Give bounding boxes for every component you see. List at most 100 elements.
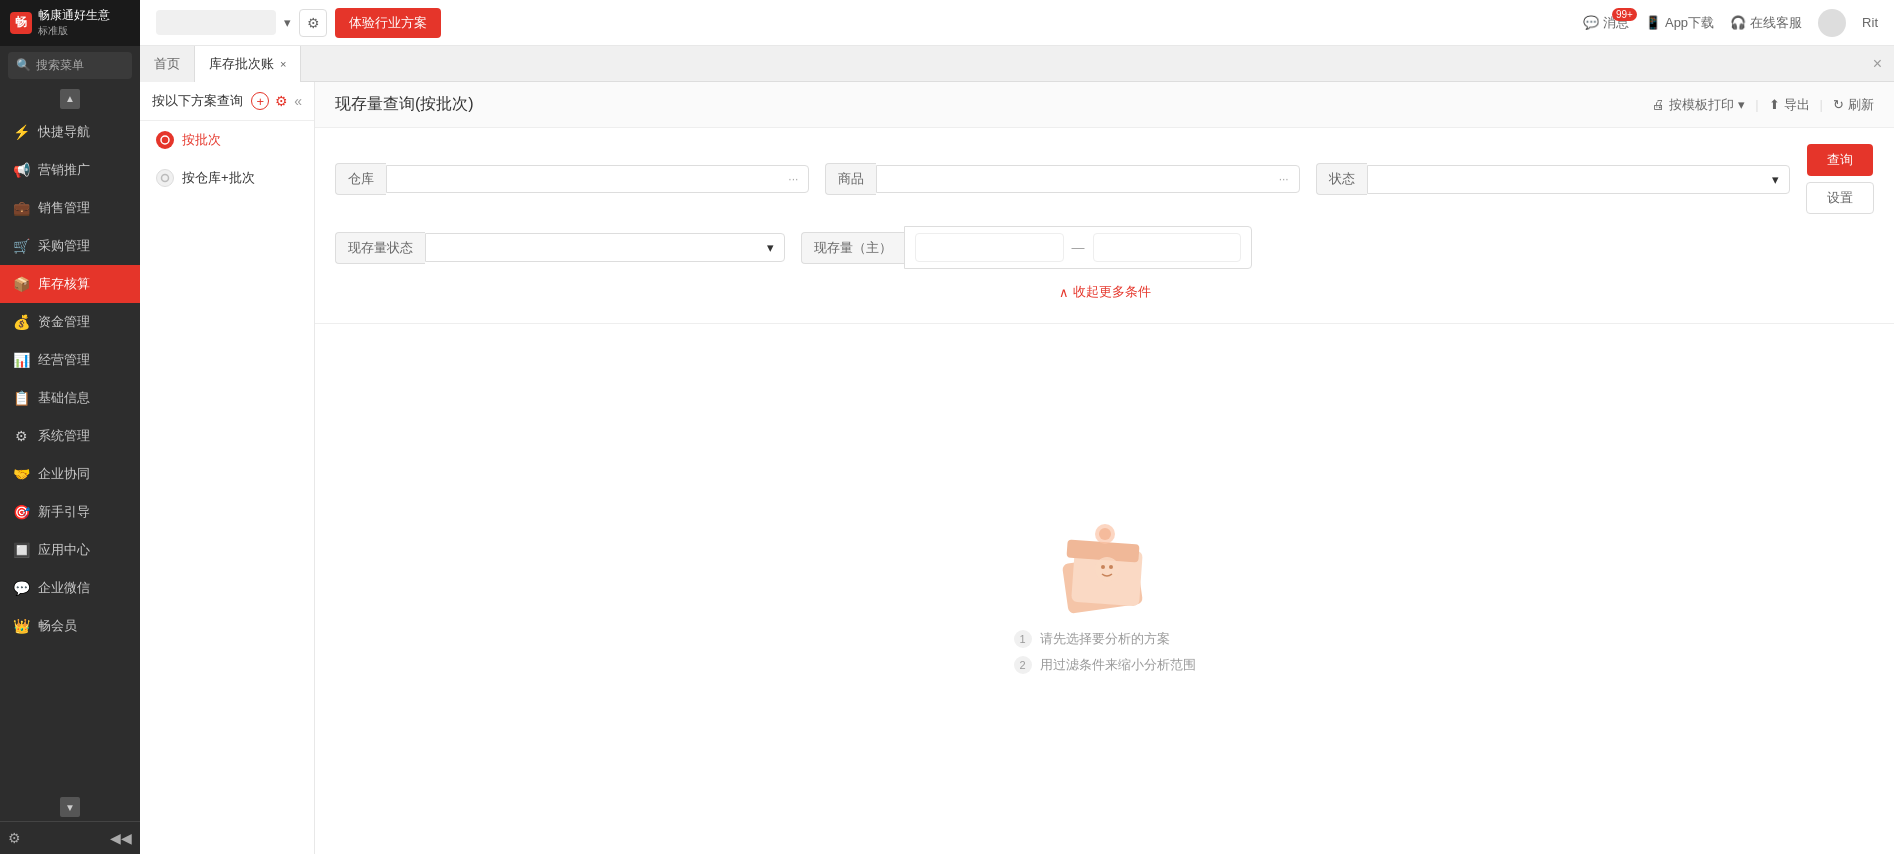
sidebar-search[interactable]: 🔍 搜索菜单 xyxy=(8,52,132,79)
sidebar-item-purchase[interactable]: 🛒 采购管理 xyxy=(0,227,140,265)
inventory-status-select[interactable]: ▾ xyxy=(425,233,785,262)
sidebar-item-newbie[interactable]: 🎯 新手引导 xyxy=(0,493,140,531)
wechat-icon: 💬 xyxy=(12,579,30,597)
left-panel: 按以下方案查询 + ⚙ « 按批次 按仓库+批次 xyxy=(140,82,315,854)
enterprise-icon: 🤝 xyxy=(12,465,30,483)
search-icon: 🔍 xyxy=(16,58,31,72)
service-label: 在线客服 xyxy=(1750,14,1802,32)
solution-by-warehouse-batch-label: 按仓库+批次 xyxy=(182,169,255,187)
sidebar-item-quick-nav[interactable]: ⚡ 快捷导航 xyxy=(0,113,140,151)
left-panel-actions: + ⚙ « xyxy=(251,92,302,110)
print-template-btn[interactable]: 🖨 按模板打印 ▾ xyxy=(1652,96,1745,114)
refresh-btn[interactable]: ↻ 刷新 xyxy=(1833,96,1874,114)
product-input[interactable]: ··· xyxy=(876,165,1299,193)
settings-btn[interactable]: 设置 xyxy=(1806,182,1874,214)
inventory-icon: 📦 xyxy=(12,275,30,293)
empty-hint-2: 2 用过滤条件来缩小分析范围 xyxy=(1014,656,1196,674)
product-label: 商品 xyxy=(825,163,876,195)
scroll-up-btn[interactable]: ▲ xyxy=(60,89,80,109)
refresh-icon: ↻ xyxy=(1833,97,1844,112)
export-btn[interactable]: ⬆ 导出 xyxy=(1769,96,1810,114)
tab-close-icon[interactable]: × xyxy=(280,58,286,70)
left-panel-header: 按以下方案查询 + ⚙ « xyxy=(140,82,314,121)
sidebar-item-basic[interactable]: 📋 基础信息 xyxy=(0,379,140,417)
inventory-status-filter-group: 现存量状态 ▾ xyxy=(335,232,785,264)
hint-2-num: 2 xyxy=(1014,656,1032,674)
sidebar-item-system[interactable]: ⚙ 系统管理 xyxy=(0,417,140,455)
basic-icon: 📋 xyxy=(12,389,30,407)
sidebar-header: 畅 畅康通好生意 标准版 xyxy=(0,0,140,46)
topbar-search-input[interactable] xyxy=(156,10,276,35)
tabs-close-all-btn[interactable]: × xyxy=(1861,55,1894,73)
sidebar-item-marketing[interactable]: 📢 营销推广 xyxy=(0,151,140,189)
svg-point-9 xyxy=(1109,565,1113,569)
page-title-bar: 现存量查询(按批次) 🖨 按模板打印 ▾ | ⬆ 导出 | ↻ xyxy=(315,82,1894,128)
service-icon: 🎧 xyxy=(1730,15,1746,30)
industry-btn[interactable]: 体验行业方案 xyxy=(335,8,441,38)
status-dropdown-icon: ▾ xyxy=(1772,172,1779,187)
content-area: 按以下方案查询 + ⚙ « 按批次 按仓库+批次 xyxy=(140,82,1894,854)
sidebar-item-label: 销售管理 xyxy=(38,199,90,217)
quantity-from-input[interactable] xyxy=(915,233,1063,262)
user-avatar[interactable] xyxy=(1818,9,1846,37)
topbar: ▾ ⚙ 体验行业方案 💬 消息 99+ 📱 App下载 🎧 在线客服 Rit xyxy=(140,0,1894,46)
solution-by-batch[interactable]: 按批次 xyxy=(140,121,314,159)
messages-btn[interactable]: 💬 消息 99+ xyxy=(1583,14,1629,32)
sidebar-item-member[interactable]: 👑 畅会员 xyxy=(0,607,140,645)
app-logo: 畅 xyxy=(10,12,32,34)
app-icon: 📱 xyxy=(1645,15,1661,30)
sidebar-item-enterprise[interactable]: 🤝 企业协同 xyxy=(0,455,140,493)
settings-bottom-icon[interactable]: ⚙ xyxy=(8,830,21,846)
empty-hint-1: 1 请先选择要分析的方案 xyxy=(1014,630,1196,648)
svg-point-7 xyxy=(1095,557,1119,581)
sidebar-item-wechat[interactable]: 💬 企业微信 xyxy=(0,569,140,607)
sidebar-item-sales[interactable]: 💼 销售管理 xyxy=(0,189,140,227)
sidebar-nav: ⚡ 快捷导航 📢 营销推广 💼 销售管理 🛒 采购管理 📦 库存核算 💰 资金管… xyxy=(0,113,140,793)
scroll-down-btn[interactable]: ▼ xyxy=(60,797,80,817)
sidebar-item-label: 采购管理 xyxy=(38,237,90,255)
export-label: 导出 xyxy=(1784,96,1810,114)
newbie-icon: 🎯 xyxy=(12,503,30,521)
tabs-bar: 首页 库存批次账 × × xyxy=(140,46,1894,82)
product-more-icon: ··· xyxy=(1279,172,1289,186)
topbar-dropdown[interactable]: ▾ xyxy=(284,15,291,30)
solution-by-warehouse-batch[interactable]: 按仓库+批次 xyxy=(140,159,314,197)
sidebar-item-inventory[interactable]: 📦 库存核算 xyxy=(0,265,140,303)
username-label[interactable]: Rit xyxy=(1862,15,1878,30)
sidebar-item-label: 企业协同 xyxy=(38,465,90,483)
status-label: 状态 xyxy=(1316,163,1367,195)
query-btn[interactable]: 查询 xyxy=(1807,144,1873,176)
dropdown-arrow-icon: ▾ xyxy=(284,15,291,30)
app-download-btn[interactable]: 📱 App下载 xyxy=(1645,14,1714,32)
tab-inventory-batch[interactable]: 库存批次账 × xyxy=(195,46,301,82)
hint-2-text: 用过滤条件来缩小分析范围 xyxy=(1040,656,1196,674)
app-download-label: App下载 xyxy=(1665,14,1714,32)
sidebar-item-apps[interactable]: 🔲 应用中心 xyxy=(0,531,140,569)
add-solution-icon[interactable]: + xyxy=(251,92,269,110)
print-dropdown-icon[interactable]: ▾ xyxy=(1738,97,1745,112)
left-panel-title: 按以下方案查询 xyxy=(152,92,243,110)
app-title: 畅康通好生意 xyxy=(38,8,110,24)
quantity-to-input[interactable] xyxy=(1093,233,1241,262)
topbar-gear-btn[interactable]: ⚙ xyxy=(299,9,327,37)
action-divider-1: | xyxy=(1755,97,1758,112)
sidebar: 畅 畅康通好生意 标准版 🔍 搜索菜单 ▲ ⚡ 快捷导航 📢 营销推广 💼 销售… xyxy=(0,0,140,854)
filter-row-1: 仓库 ··· 商品 ··· 状态 xyxy=(335,144,1874,214)
collapse-sidebar-icon[interactable]: ◀◀ xyxy=(110,830,132,846)
settings-solution-icon[interactable]: ⚙ xyxy=(275,93,288,109)
operation-icon: 📊 xyxy=(12,351,30,369)
tab-home[interactable]: 首页 xyxy=(140,46,195,82)
message-icon: 💬 xyxy=(1583,15,1599,30)
warehouse-label: 仓库 xyxy=(335,163,386,195)
collapse-panel-icon[interactable]: « xyxy=(294,93,302,109)
sidebar-item-finance[interactable]: 💰 资金管理 xyxy=(0,303,140,341)
app-info: 畅康通好生意 标准版 xyxy=(38,8,110,38)
messages-badge: 99+ xyxy=(1612,8,1637,21)
sidebar-item-operation[interactable]: 📊 经营管理 xyxy=(0,341,140,379)
status-select[interactable]: ▾ xyxy=(1367,165,1790,194)
collapse-btn[interactable]: ∧ 收起更多条件 xyxy=(1059,277,1151,307)
hint-1-text: 请先选择要分析的方案 xyxy=(1040,630,1170,648)
warehouse-input[interactable]: ··· xyxy=(386,165,809,193)
inventory-status-dropdown-icon: ▾ xyxy=(767,240,774,255)
online-service-btn[interactable]: 🎧 在线客服 xyxy=(1730,14,1802,32)
